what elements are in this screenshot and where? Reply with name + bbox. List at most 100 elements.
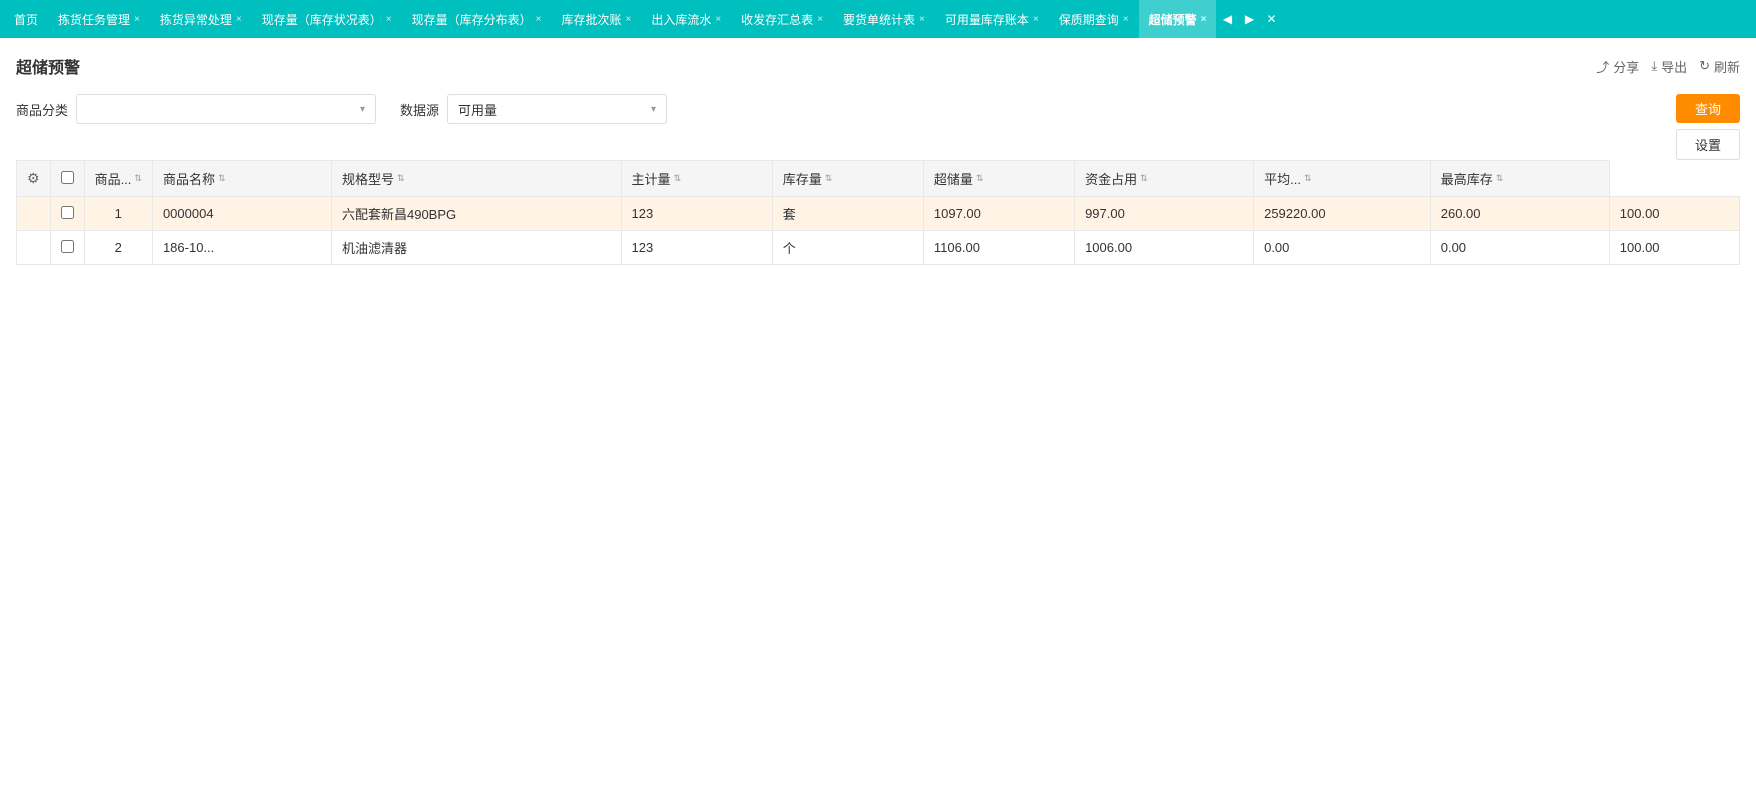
category-select[interactable]: ▾ xyxy=(76,94,376,124)
filter-row-1: 商品分类 ▾ 数据源 可用量 ▾ xyxy=(16,94,667,124)
filter-section: 商品分类 ▾ 数据源 可用量 ▾ 查询 设置 xyxy=(16,94,1740,160)
sort-icon: ⇅ xyxy=(1496,173,1504,184)
row-checkbox[interactable] xyxy=(61,206,74,219)
sort-icon: ⇅ xyxy=(134,173,142,184)
close-icon[interactable]: × xyxy=(536,14,542,25)
th-overstock-qty[interactable]: 超储量 ⇅ xyxy=(923,161,1074,197)
export-icon: ⤓ xyxy=(1651,58,1657,74)
row-product-code: 0000004 xyxy=(152,197,331,231)
datasource-value: 可用量 xyxy=(458,100,497,119)
row-stock-qty: 1097.00 xyxy=(923,197,1074,231)
tab-recv-send[interactable]: 收发存汇总表 × xyxy=(731,0,833,38)
category-filter: 商品分类 ▾ xyxy=(16,94,376,124)
row-product-name: 六配套新昌490BPG xyxy=(331,197,621,231)
th-unit[interactable]: 主计量 ⇅ xyxy=(621,161,772,197)
datasource-filter: 数据源 可用量 ▾ xyxy=(400,94,667,124)
row-product-code: 186-10... xyxy=(152,231,331,265)
close-icon[interactable]: × xyxy=(715,14,721,25)
sort-icon: ⇅ xyxy=(397,173,405,184)
page-title: 超储预警 xyxy=(16,54,80,78)
close-icon[interactable]: × xyxy=(919,14,925,25)
share-icon: ⤴ xyxy=(1596,57,1609,76)
sort-icon: ⇅ xyxy=(825,173,833,184)
filters-container: 商品分类 ▾ 数据源 可用量 ▾ xyxy=(16,94,667,136)
tab-expiry[interactable]: 保质期查询 × xyxy=(1049,0,1139,38)
page-header: 超储预警 ⤴ 分享 ⤓ 导出 ↻ 刷新 xyxy=(16,54,1740,78)
chevron-down-icon: ▾ xyxy=(651,104,656,115)
row-avg-price: 0.00 xyxy=(1430,231,1609,265)
tab-inout-flow[interactable]: 出入库流水 × xyxy=(641,0,731,38)
datasource-select[interactable]: 可用量 ▾ xyxy=(447,94,667,124)
th-capital-occupied[interactable]: 资金占用 ⇅ xyxy=(1075,161,1254,197)
close-icon[interactable]: × xyxy=(1201,14,1207,25)
tab-available[interactable]: 可用量库存账本 × xyxy=(935,0,1049,38)
close-icon[interactable]: × xyxy=(386,14,392,25)
th-gear[interactable]: ⚙ xyxy=(17,161,51,197)
close-icon[interactable]: × xyxy=(1033,14,1039,25)
sort-icon: ⇅ xyxy=(674,173,682,184)
row-product-name: 机油滤清器 xyxy=(331,231,621,265)
tab-abnormal[interactable]: 拣货异常处理 × xyxy=(150,0,252,38)
th-product-name[interactable]: 商品名称 ⇅ xyxy=(152,161,331,197)
row-capital-occupied: 0.00 xyxy=(1254,231,1431,265)
table-row: 1 0000004 六配套新昌490BPG 123 套 1097.00 997.… xyxy=(17,197,1740,231)
row-index: 1 xyxy=(84,197,152,231)
nav-prev-button[interactable]: ◀ xyxy=(1216,0,1238,38)
export-button[interactable]: ⤓ 导出 xyxy=(1651,57,1687,76)
row-stock-qty: 1106.00 xyxy=(923,231,1074,265)
tab-stock-batch[interactable]: 库存批次账 × xyxy=(551,0,641,38)
query-button[interactable]: 查询 xyxy=(1676,94,1740,123)
top-navigation: 首页 拣货任务管理 × 拣货异常处理 × 现存量（库存状况表） × 现存量（库存… xyxy=(0,0,1756,38)
row-unit: 个 xyxy=(772,231,923,265)
tab-order-stat[interactable]: 要货单统计表 × xyxy=(833,0,935,38)
row-checkbox-cell[interactable] xyxy=(50,197,84,231)
row-capital-occupied: 259220.00 xyxy=(1254,197,1431,231)
category-label: 商品分类 xyxy=(16,100,68,119)
page-content: 超储预警 ⤴ 分享 ⤓ 导出 ↻ 刷新 商品分类 xyxy=(0,38,1756,800)
sort-icon: ⇅ xyxy=(1304,173,1312,184)
close-icon[interactable]: × xyxy=(817,14,823,25)
settings-button[interactable]: 设置 xyxy=(1676,129,1740,160)
close-icon[interactable]: × xyxy=(1123,14,1129,25)
refresh-button[interactable]: ↻ 刷新 xyxy=(1699,57,1740,76)
row-spec: 123 xyxy=(621,231,772,265)
th-spec[interactable]: 规格型号 ⇅ xyxy=(331,161,621,197)
row-gear-cell xyxy=(17,197,51,231)
row-max-stock: 100.00 xyxy=(1609,231,1739,265)
table-header-row: ⚙ 商品... ⇅ 商品名称 ⇅ xyxy=(17,161,1740,197)
tab-overstock[interactable]: 超储预警 × xyxy=(1139,0,1217,38)
chevron-down-icon: ▾ xyxy=(360,104,365,115)
header-actions: ⤴ 分享 ⤓ 导出 ↻ 刷新 xyxy=(1596,57,1740,76)
row-overstock-qty: 1006.00 xyxy=(1075,231,1254,265)
th-max-stock[interactable]: 最高库存 ⇅ xyxy=(1430,161,1609,197)
row-spec: 123 xyxy=(621,197,772,231)
tab-stock-status[interactable]: 现存量（库存状况表） × xyxy=(252,0,402,38)
sort-icon: ⇅ xyxy=(1140,173,1148,184)
th-product-code[interactable]: 商品... ⇅ xyxy=(84,161,152,197)
row-checkbox[interactable] xyxy=(61,240,74,253)
close-icon[interactable]: × xyxy=(134,14,140,25)
data-table: ⚙ 商品... ⇅ 商品名称 ⇅ xyxy=(16,160,1740,265)
datasource-label: 数据源 xyxy=(400,100,439,119)
tab-home[interactable]: 首页 xyxy=(4,0,48,38)
sort-icon: ⇅ xyxy=(976,173,984,184)
close-icon[interactable]: × xyxy=(236,14,242,25)
select-all-checkbox[interactable] xyxy=(61,171,74,184)
th-checkbox[interactable] xyxy=(50,161,84,197)
row-avg-price: 260.00 xyxy=(1430,197,1609,231)
row-unit: 套 xyxy=(772,197,923,231)
nav-close-button[interactable]: ✕ xyxy=(1260,0,1282,38)
share-button[interactable]: ⤴ 分享 xyxy=(1596,57,1639,76)
row-max-stock: 100.00 xyxy=(1609,197,1739,231)
nav-next-button[interactable]: ▶ xyxy=(1238,0,1260,38)
gear-icon: ⚙ xyxy=(27,170,40,186)
th-stock-qty[interactable]: 库存量 ⇅ xyxy=(772,161,923,197)
row-index: 2 xyxy=(84,231,152,265)
close-icon[interactable]: × xyxy=(625,14,631,25)
tab-task-mgmt[interactable]: 拣货任务管理 × xyxy=(48,0,150,38)
tab-stock-dist[interactable]: 现存量（库存分布表） × xyxy=(402,0,552,38)
th-avg-price[interactable]: 平均... ⇅ xyxy=(1254,161,1431,197)
refresh-icon: ↻ xyxy=(1699,58,1710,74)
row-checkbox-cell[interactable] xyxy=(50,231,84,265)
sort-icon: ⇅ xyxy=(218,173,226,184)
